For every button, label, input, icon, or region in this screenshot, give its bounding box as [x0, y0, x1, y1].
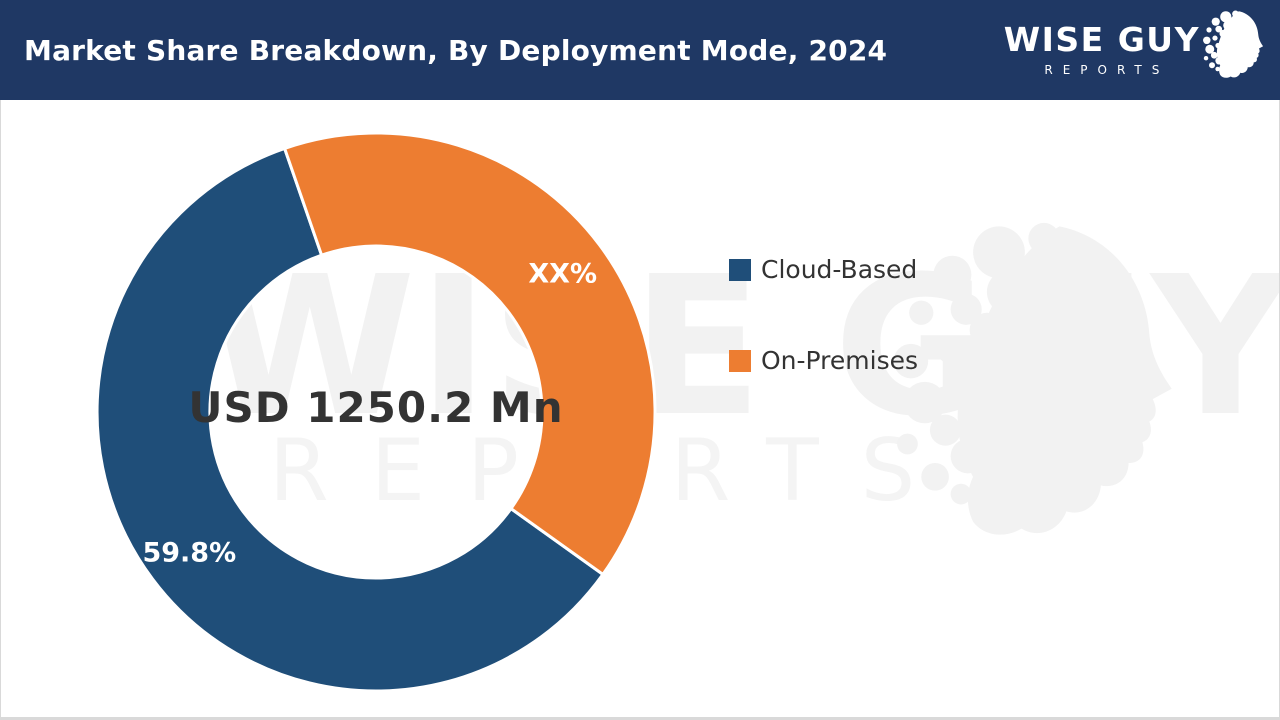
legend-swatch-cloud-based	[729, 259, 751, 282]
chart-canvas: WISE GUY REPORTS 59.8%XX% USD 1250.2 Mn …	[0, 100, 1280, 720]
slice-label-on-premises: XX%	[528, 259, 597, 290]
legend-label-cloud-based: Cloud-Based	[761, 255, 918, 284]
brand-wordmark: WISE GUY REPORTS	[1004, 23, 1200, 77]
brand-name: WISE GUY	[1003, 20, 1200, 59]
slice-label-cloud-based: 59.8%	[142, 537, 236, 568]
header-bar: Market Share Breakdown, By Deployment Mo…	[0, 0, 1280, 100]
page-title: Market Share Breakdown, By Deployment Mo…	[24, 33, 888, 67]
donut-center-value: USD 1250.2 Mn	[188, 383, 564, 432]
legend-swatch-on-premises	[729, 350, 751, 373]
chart-legend: Cloud-Based On-Premises	[729, 255, 919, 376]
donut-slice-on-premises	[283, 131, 657, 576]
legend-item-on-premises: On-Premises	[729, 345, 919, 376]
legend-item-cloud-based: Cloud-Based	[729, 255, 918, 285]
brand-logo: WISE GUY REPORTS	[1004, 9, 1266, 91]
page-root: { "header": { "title": "Market Share Bre…	[0, 0, 1280, 720]
brand-face-icon	[1203, 10, 1264, 78]
brand-subtitle: REPORTS	[1044, 63, 1170, 77]
legend-label-on-premises: On-Premises	[761, 345, 919, 375]
